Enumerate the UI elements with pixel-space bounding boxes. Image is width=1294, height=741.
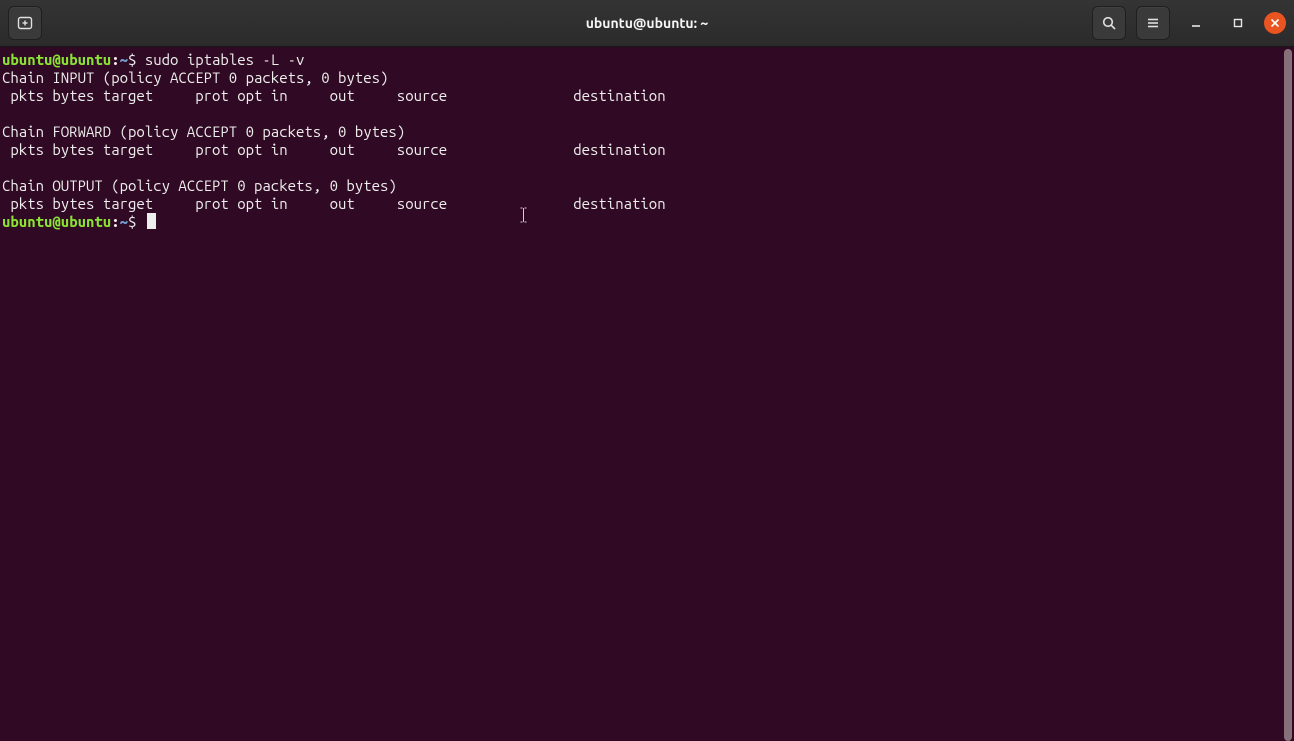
prompt-path: ~ — [120, 213, 128, 230]
output-line: Chain INPUT (policy ACCEPT 0 packets, 0 … — [2, 69, 388, 86]
hamburger-menu-button[interactable] — [1136, 6, 1170, 40]
command-text: sudo iptables -L -v — [145, 51, 305, 68]
minimize-button[interactable] — [1186, 13, 1206, 33]
output-line: pkts bytes target prot opt in out source… — [2, 141, 666, 158]
output-line: Chain OUTPUT (policy ACCEPT 0 packets, 0… — [2, 177, 397, 194]
prompt-dollar: $ — [128, 51, 145, 68]
maximize-button[interactable] — [1228, 13, 1248, 33]
window-titlebar: ubuntu@ubuntu: ~ — [0, 0, 1294, 47]
prompt-colon: : — [111, 51, 119, 68]
output-line: pkts bytes target prot opt in out source… — [2, 195, 666, 212]
output-line: pkts bytes target prot opt in out source… — [2, 87, 666, 104]
prompt-userhost: ubuntu@ubuntu — [2, 51, 111, 68]
scrollbar-thumb[interactable] — [1284, 49, 1292, 741]
prompt-colon: : — [111, 213, 119, 230]
terminal-viewport[interactable]: ubuntu@ubuntu:~$ sudo iptables -L -v Cha… — [0, 47, 1294, 741]
new-tab-button[interactable] — [8, 6, 42, 40]
terminal-cursor — [147, 213, 156, 229]
close-button[interactable] — [1264, 12, 1286, 34]
prompt-path: ~ — [120, 51, 128, 68]
prompt-userhost: ubuntu@ubuntu — [2, 213, 111, 230]
terminal-content[interactable]: ubuntu@ubuntu:~$ sudo iptables -L -v Cha… — [0, 47, 1294, 231]
vertical-scrollbar[interactable] — [1284, 49, 1292, 740]
prompt-dollar: $ — [128, 213, 145, 230]
output-line: Chain FORWARD (policy ACCEPT 0 packets, … — [2, 123, 405, 140]
search-button[interactable] — [1092, 6, 1126, 40]
